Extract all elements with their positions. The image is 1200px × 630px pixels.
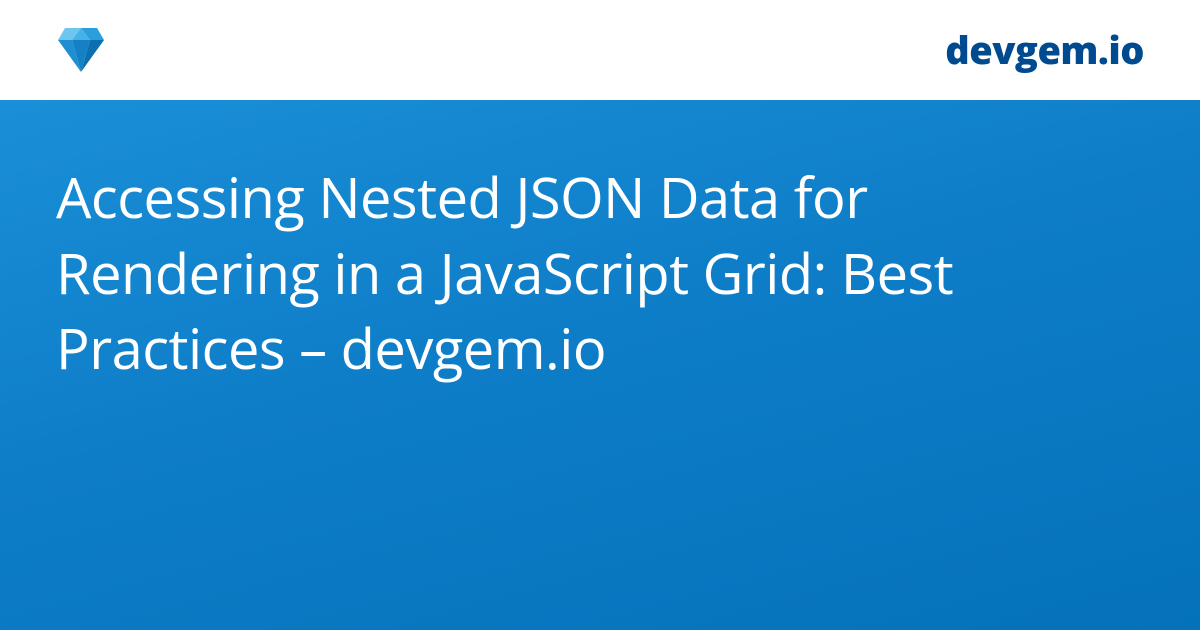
header-bar: devgem.io	[0, 0, 1200, 100]
brand-name: devgem.io	[945, 24, 1144, 76]
gem-icon	[56, 25, 106, 75]
hero-section: Accessing Nested JSON Data for Rendering…	[0, 100, 1200, 630]
page-title: Accessing Nested JSON Data for Rendering…	[56, 160, 1036, 387]
